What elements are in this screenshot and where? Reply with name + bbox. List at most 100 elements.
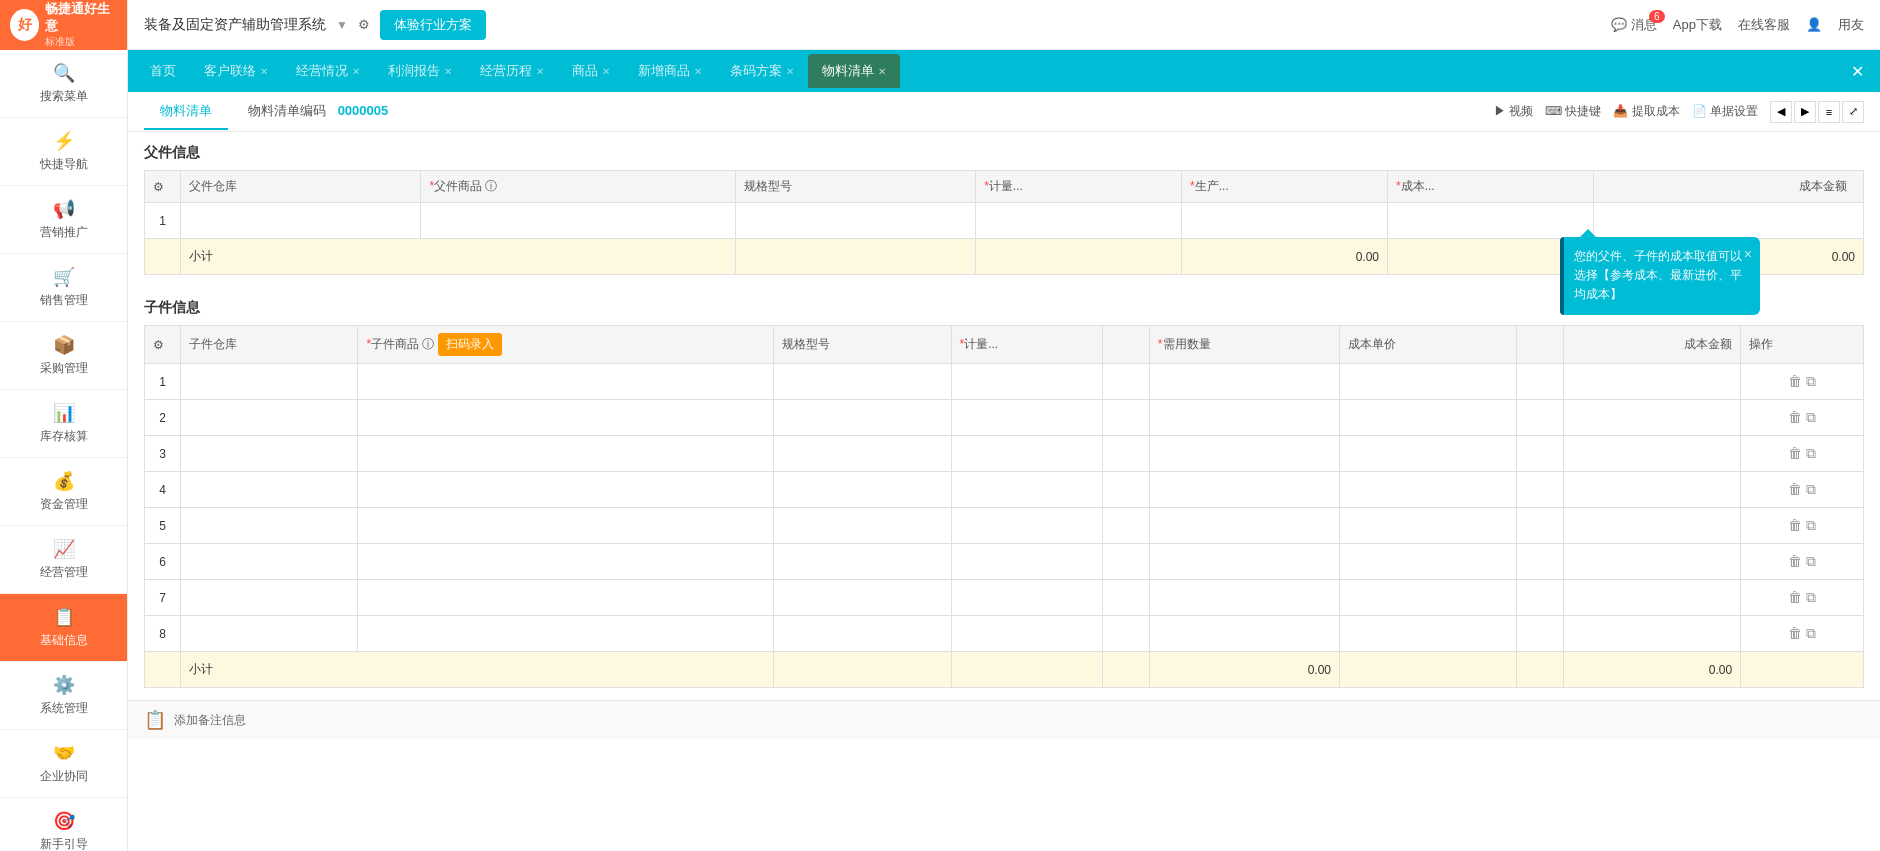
sidebar-item-10[interactable]: 🤝企业协同 — [0, 730, 127, 798]
nav-tab-close-1[interactable]: ✕ — [260, 66, 268, 77]
action-shortcut[interactable]: ⌨ 快捷键 — [1545, 103, 1601, 120]
child-row-5-warehouse[interactable] — [181, 508, 358, 544]
child-row-6-delete-icon[interactable]: 🗑 — [1788, 553, 1802, 570]
child-row-4-quantity[interactable] — [1149, 472, 1339, 508]
parent-row-1-spec[interactable] — [735, 203, 975, 239]
child-row-1-spec[interactable] — [774, 364, 951, 400]
action-video[interactable]: ▶ 视频 — [1494, 103, 1533, 120]
sidebar-item-8[interactable]: 📋基础信息 — [0, 594, 127, 662]
child-row-6-measure[interactable] — [951, 544, 1103, 580]
child-row-4-copy-icon[interactable]: ⧉ — [1806, 481, 1816, 498]
child-row-5-measure[interactable] — [951, 508, 1103, 544]
child-row-2-copy-icon[interactable]: ⧉ — [1806, 409, 1816, 426]
nav-next-btn[interactable]: ▶ — [1794, 101, 1816, 123]
child-row-7-measure[interactable] — [951, 580, 1103, 616]
try-btn[interactable]: 体验行业方案 — [380, 10, 486, 40]
child-row-2-product[interactable] — [358, 400, 774, 436]
sidebar-item-5[interactable]: 📊库存核算 — [0, 390, 127, 458]
parent-row-1-measure[interactable] — [976, 203, 1182, 239]
child-row-3-unit-cost[interactable] — [1339, 436, 1516, 472]
child-row-7-product[interactable] — [358, 580, 774, 616]
nav-tab-4[interactable]: 经营历程✕ — [466, 54, 558, 88]
sidebar-item-3[interactable]: 🛒销售管理 — [0, 254, 127, 322]
nav-menu-btn[interactable]: ≡ — [1818, 101, 1840, 123]
nav-expand-btn[interactable]: ⤢ — [1842, 101, 1864, 123]
parent-row-1-product[interactable] — [421, 203, 735, 239]
child-row-2-measure[interactable] — [951, 400, 1103, 436]
child-row-2-quantity[interactable] — [1149, 400, 1339, 436]
nav-tab-close-6[interactable]: ✕ — [694, 66, 702, 77]
child-row-6-warehouse[interactable] — [181, 544, 358, 580]
nav-tab-close-5[interactable]: ✕ — [602, 66, 610, 77]
nav-tab-8[interactable]: 物料清单✕ — [808, 54, 900, 88]
child-row-8-product[interactable] — [358, 616, 774, 652]
child-row-3-quantity[interactable] — [1149, 436, 1339, 472]
child-row-1-copy-icon[interactable]: ⧉ — [1806, 373, 1816, 390]
sidebar-item-11[interactable]: 🎯新手引导 — [0, 798, 127, 851]
child-row-7-quantity[interactable] — [1149, 580, 1339, 616]
sidebar-item-7[interactable]: 📈经营管理 — [0, 526, 127, 594]
scan-btn[interactable]: 扫码录入 — [438, 333, 502, 356]
nav-tab-2[interactable]: 经营情况✕ — [282, 54, 374, 88]
child-row-3-product[interactable] — [358, 436, 774, 472]
nav-tab-close-7[interactable]: ✕ — [786, 66, 794, 77]
child-row-1-measure[interactable] — [951, 364, 1103, 400]
child-row-1-product[interactable] — [358, 364, 774, 400]
child-row-6-spec[interactable] — [774, 544, 951, 580]
child-row-2-spec[interactable] — [774, 400, 951, 436]
sidebar-item-1[interactable]: ⚡快捷导航 — [0, 118, 127, 186]
child-row-6-copy-icon[interactable]: ⧉ — [1806, 553, 1816, 570]
child-row-1-delete-icon[interactable]: 🗑 — [1788, 373, 1802, 390]
child-row-5-quantity[interactable] — [1149, 508, 1339, 544]
parent-row-1-produce[interactable] — [1182, 203, 1388, 239]
child-row-3-warehouse[interactable] — [181, 436, 358, 472]
nav-tab-close-3[interactable]: ✕ — [444, 66, 452, 77]
parent-th-settings[interactable]: ⚙ — [145, 171, 181, 203]
child-row-5-copy-icon[interactable]: ⧉ — [1806, 517, 1816, 534]
sidebar-item-0[interactable]: 🔍搜索菜单 — [0, 50, 127, 118]
child-row-7-spec[interactable] — [774, 580, 951, 616]
child-row-4-product[interactable] — [358, 472, 774, 508]
child-row-7-warehouse[interactable] — [181, 580, 358, 616]
child-row-3-copy-icon[interactable]: ⧉ — [1806, 445, 1816, 462]
action-cost[interactable]: 📥 提取成本 — [1613, 103, 1679, 120]
nav-tab-7[interactable]: 条码方案✕ — [716, 54, 808, 88]
nav-tab-3[interactable]: 利润报告✕ — [374, 54, 466, 88]
dropdown-arrow-icon[interactable]: ▼ — [336, 18, 348, 32]
child-row-6-quantity[interactable] — [1149, 544, 1339, 580]
message-badge[interactable]: 💬 6 消息 — [1611, 16, 1657, 34]
child-row-2-delete-icon[interactable]: 🗑 — [1788, 409, 1802, 426]
nav-tab-0[interactable]: 首页 — [136, 54, 190, 88]
child-row-4-spec[interactable] — [774, 472, 951, 508]
sub-tab-code[interactable]: 物料清单编码 0000005 — [232, 94, 404, 130]
child-row-4-warehouse[interactable] — [181, 472, 358, 508]
child-row-6-product[interactable] — [358, 544, 774, 580]
child-row-4-measure[interactable] — [951, 472, 1103, 508]
child-row-1-quantity[interactable] — [1149, 364, 1339, 400]
child-row-2-warehouse[interactable] — [181, 400, 358, 436]
child-row-3-measure[interactable] — [951, 436, 1103, 472]
child-row-5-unit-cost[interactable] — [1339, 508, 1516, 544]
child-row-7-copy-icon[interactable]: ⧉ — [1806, 589, 1816, 606]
child-row-8-measure[interactable] — [951, 616, 1103, 652]
nav-tab-5[interactable]: 商品✕ — [558, 54, 624, 88]
child-row-2-unit-cost[interactable] — [1339, 400, 1516, 436]
child-row-8-warehouse[interactable] — [181, 616, 358, 652]
online-service-link[interactable]: 在线客服 — [1738, 16, 1790, 34]
sub-tab-wuqing[interactable]: 物料清单 — [144, 94, 228, 130]
child-row-1-warehouse[interactable] — [181, 364, 358, 400]
nav-tab-close-2[interactable]: ✕ — [352, 66, 360, 77]
child-row-8-spec[interactable] — [774, 616, 951, 652]
child-row-7-delete-icon[interactable]: 🗑 — [1788, 589, 1802, 606]
tooltip-close-btn[interactable]: × — [1744, 243, 1752, 265]
sidebar-item-2[interactable]: 📢营销推广 — [0, 186, 127, 254]
child-row-5-spec[interactable] — [774, 508, 951, 544]
sidebar-item-6[interactable]: 💰资金管理 — [0, 458, 127, 526]
parent-row-1-cost[interactable] — [1388, 203, 1594, 239]
parent-row-1-warehouse[interactable] — [181, 203, 421, 239]
child-row-5-product[interactable] — [358, 508, 774, 544]
nav-prev-btn[interactable]: ◀ — [1770, 101, 1792, 123]
child-row-5-delete-icon[interactable]: 🗑 — [1788, 517, 1802, 534]
child-row-4-unit-cost[interactable] — [1339, 472, 1516, 508]
child-row-7-unit-cost[interactable] — [1339, 580, 1516, 616]
